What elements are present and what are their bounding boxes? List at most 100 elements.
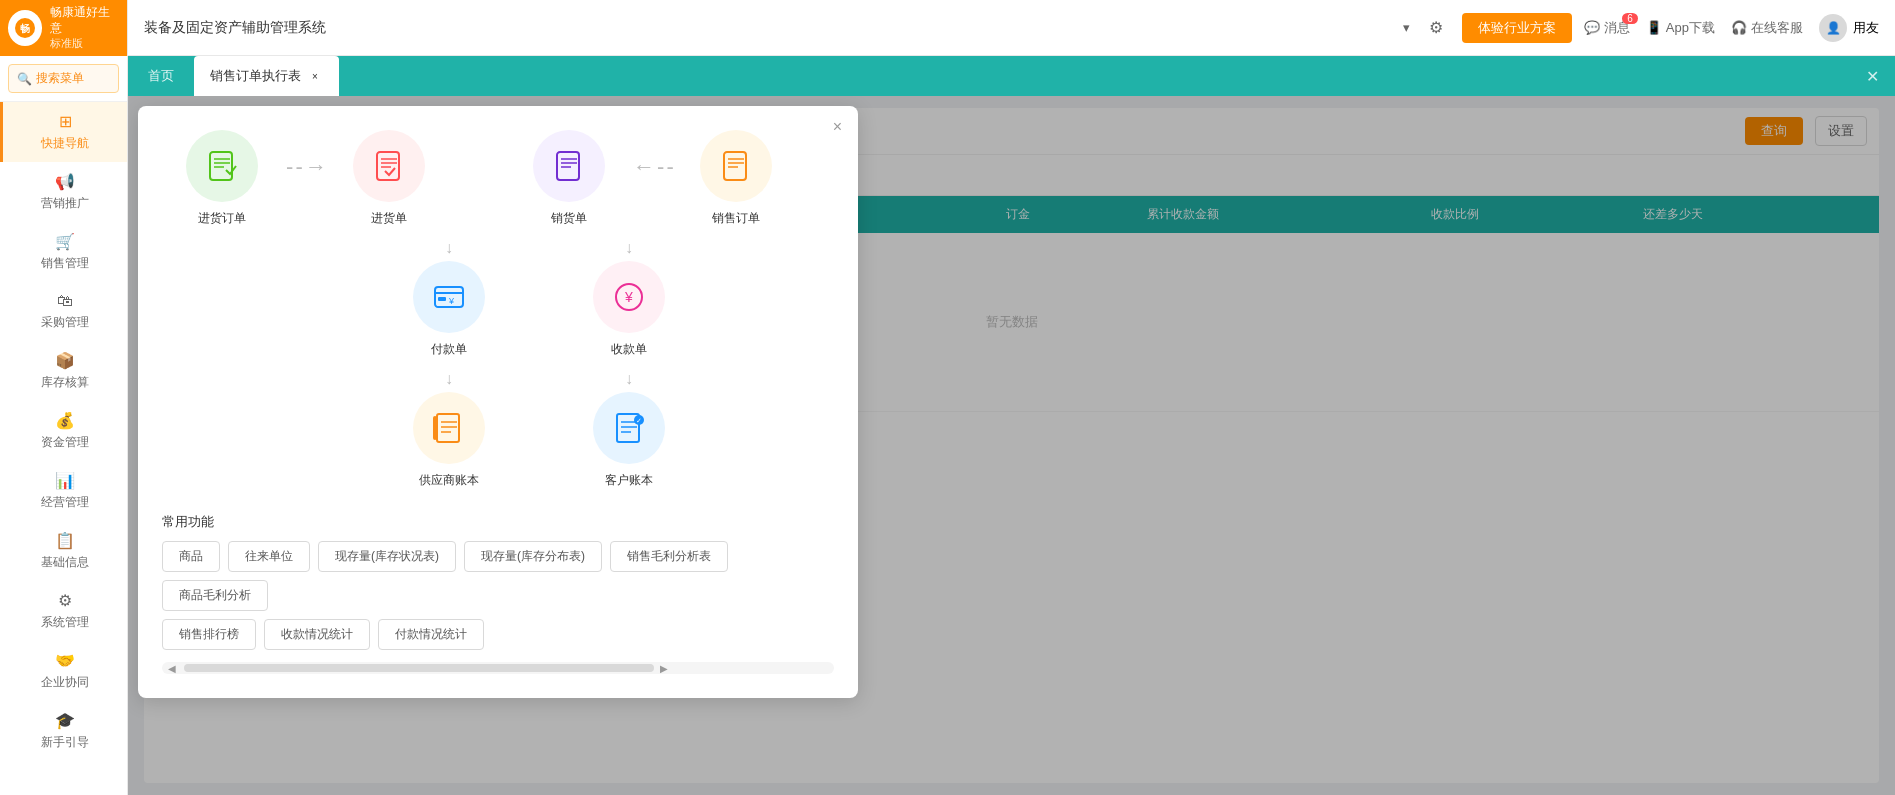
svg-rect-10 xyxy=(557,152,579,180)
modal-overlay[interactable]: × 进货订单 xyxy=(128,96,1895,795)
quick-nav-modal: × 进货订单 xyxy=(138,106,858,698)
func-btn-product-profit[interactable]: 商品毛利分析 xyxy=(162,580,268,611)
modal-scrollbar[interactable]: ◀ ▶ xyxy=(162,662,834,674)
receipt-circle: ¥ xyxy=(593,261,665,333)
operation-icon: 📊 xyxy=(55,471,75,490)
func-btn-receipt-stats[interactable]: 收款情况统计 xyxy=(264,619,370,650)
tabbar: 首页 销售订单执行表 × ✕ xyxy=(128,56,1895,96)
func-btn-counterpart[interactable]: 往来单位 xyxy=(228,541,310,572)
svg-text:畅: 畅 xyxy=(20,23,30,34)
sidebar-item-finance[interactable]: 💰 资金管理 xyxy=(0,401,127,461)
func-btn-stock-status[interactable]: 现存量(库存状况表) xyxy=(318,541,456,572)
settings-icon[interactable]: ⚙ xyxy=(1422,14,1450,42)
purchase-bill-circle xyxy=(353,130,425,202)
tab-close-right-icon[interactable]: ✕ xyxy=(1850,67,1895,86)
arrow-h1: - - → xyxy=(282,154,329,180)
search-icon: 🔍 xyxy=(17,72,32,86)
logo-icon: 畅 xyxy=(8,10,42,46)
quick-icon: ⊞ xyxy=(59,112,72,131)
arrow-h2: ← - - xyxy=(629,154,676,180)
flow-node-purchase-order[interactable]: 进货订单 xyxy=(162,130,282,227)
flow-node-customer-ledger[interactable]: ✓ 客户账本 xyxy=(569,392,689,489)
func-btn-row-1: 商品 往来单位 现存量(库存状况表) 现存量(库存分布表) 销售毛利分析表 商品… xyxy=(162,541,834,611)
scroll-left-arrow[interactable]: ◀ xyxy=(162,663,182,674)
sidebar-item-basic[interactable]: 📋 基础信息 xyxy=(0,521,127,581)
scroll-thumb[interactable] xyxy=(184,664,654,672)
svg-rect-6 xyxy=(377,152,399,180)
sidebar-item-sales[interactable]: 🛒 销售管理 xyxy=(0,222,127,282)
flow-diagram: 进货订单 - - → 进货单 xyxy=(162,130,834,489)
inventory-icon: 📦 xyxy=(55,351,75,370)
logo-text: 畅康通好生意 标准版 xyxy=(50,5,119,50)
svg-rect-28 xyxy=(433,416,437,440)
message-button[interactable]: 💬 消息 6 xyxy=(1584,19,1630,37)
flow-node-receipt[interactable]: ¥ 收款单 xyxy=(569,261,689,358)
sidebar-item-system[interactable]: ⚙ 系统管理 xyxy=(0,581,127,641)
message-icon: 💬 xyxy=(1584,20,1600,35)
logo-area: 畅 畅康通好生意 标准版 xyxy=(0,0,127,56)
tab-home[interactable]: 首页 xyxy=(128,56,194,96)
modal-close-button[interactable]: × xyxy=(833,118,842,136)
arrow-v4: ↓ xyxy=(625,370,633,388)
app-download-button[interactable]: 📱 App下载 xyxy=(1646,19,1715,37)
flow-node-payment[interactable]: ¥ 付款单 xyxy=(389,261,509,358)
marketing-icon: 📢 xyxy=(55,172,75,191)
system-dropdown[interactable]: ▾ xyxy=(1403,20,1410,35)
search-menu-button[interactable]: 🔍 搜索菜单 xyxy=(8,64,119,93)
search-area[interactable]: 🔍 搜索菜单 xyxy=(0,56,127,102)
user-avatar-area[interactable]: 👤 用友 xyxy=(1819,14,1879,42)
func-btn-product[interactable]: 商品 xyxy=(162,541,220,572)
topbar: 装备及固定资产辅助管理系统 ▾ ⚙ 体验行业方案 💬 消息 6 📱 App下载 … xyxy=(128,0,1895,56)
flow-node-sales-bill[interactable]: 销货单 xyxy=(509,130,629,227)
finance-icon: 💰 xyxy=(55,411,75,430)
newbie-icon: 🎓 xyxy=(55,711,75,730)
chevron-down-icon: ▾ xyxy=(1403,20,1410,35)
sidebar-item-marketing[interactable]: 📢 营销推广 xyxy=(0,162,127,222)
arrow-v2: ↓ xyxy=(625,239,633,257)
tab-close-icon[interactable]: × xyxy=(307,68,323,84)
topbar-right: 💬 消息 6 📱 App下载 🎧 在线客服 👤 用友 xyxy=(1584,14,1879,42)
sidebar-item-operation[interactable]: 📊 经营管理 xyxy=(0,461,127,521)
svg-text:✓: ✓ xyxy=(636,417,642,424)
sidebar-item-enterprise[interactable]: 🤝 企业协同 xyxy=(0,641,127,701)
flow-node-sales-order[interactable]: 销售订单 xyxy=(676,130,796,227)
experience-button[interactable]: 体验行业方案 xyxy=(1462,13,1572,43)
svg-rect-24 xyxy=(437,414,459,442)
func-btn-payment-stats[interactable]: 付款情况统计 xyxy=(378,619,484,650)
basic-icon: 📋 xyxy=(55,531,75,550)
sales-icon: 🛒 xyxy=(55,232,75,251)
content-area: ❓ 帮助 🖨 按模板打印 ▾ ⬆ 导出 🔄 刷新 xyxy=(128,96,1895,795)
svg-rect-14 xyxy=(724,152,746,180)
headset-icon: 🎧 xyxy=(1731,20,1747,35)
purchase-icon: 🛍 xyxy=(57,292,73,310)
scroll-right-arrow[interactable]: ▶ xyxy=(654,663,674,674)
svg-text:¥: ¥ xyxy=(448,296,455,306)
sidebar: 畅 畅康通好生意 标准版 🔍 搜索菜单 ⊞ 快捷导航 📢 营销推广 🛒 xyxy=(0,0,128,795)
flow-node-purchase-bill[interactable]: 进货单 xyxy=(329,130,449,227)
sidebar-nav: ⊞ 快捷导航 📢 营销推广 🛒 销售管理 🛍 采购管理 📦 库存核算 💰 xyxy=(0,102,127,795)
online-service-button[interactable]: 🎧 在线客服 xyxy=(1731,19,1803,37)
arrow-v3: ↓ xyxy=(445,370,453,388)
sales-order-circle xyxy=(700,130,772,202)
sidebar-item-quick[interactable]: ⊞ 快捷导航 xyxy=(0,102,127,162)
payment-circle: ¥ xyxy=(413,261,485,333)
purchase-order-circle xyxy=(186,130,258,202)
enterprise-icon: 🤝 xyxy=(55,651,75,670)
sidebar-item-inventory[interactable]: 📦 库存核算 xyxy=(0,341,127,401)
sidebar-item-newbie[interactable]: 🎓 新手引导 xyxy=(0,701,127,761)
main-area: 装备及固定资产辅助管理系统 ▾ ⚙ 体验行业方案 💬 消息 6 📱 App下载 … xyxy=(128,0,1895,795)
supplier-ledger-circle xyxy=(413,392,485,464)
func-btn-sales-rank[interactable]: 销售排行榜 xyxy=(162,619,256,650)
sales-bill-circle xyxy=(533,130,605,202)
func-btn-stock-dist[interactable]: 现存量(库存分布表) xyxy=(464,541,602,572)
common-functions-title: 常用功能 xyxy=(162,513,834,531)
common-functions: 常用功能 商品 往来单位 现存量(库存状况表) 现存量(库存分布表) 销售毛利分… xyxy=(162,513,834,650)
svg-rect-20 xyxy=(438,297,446,301)
func-btn-sales-profit[interactable]: 销售毛利分析表 xyxy=(610,541,728,572)
message-badge: 6 xyxy=(1622,13,1638,24)
system-title: 装备及固定资产辅助管理系统 xyxy=(144,19,1391,37)
flow-node-supplier-ledger[interactable]: 供应商账本 xyxy=(389,392,509,489)
system-icon: ⚙ xyxy=(58,591,72,610)
sidebar-item-purchase[interactable]: 🛍 采购管理 xyxy=(0,282,127,341)
tab-sales-order[interactable]: 销售订单执行表 × xyxy=(194,56,339,96)
